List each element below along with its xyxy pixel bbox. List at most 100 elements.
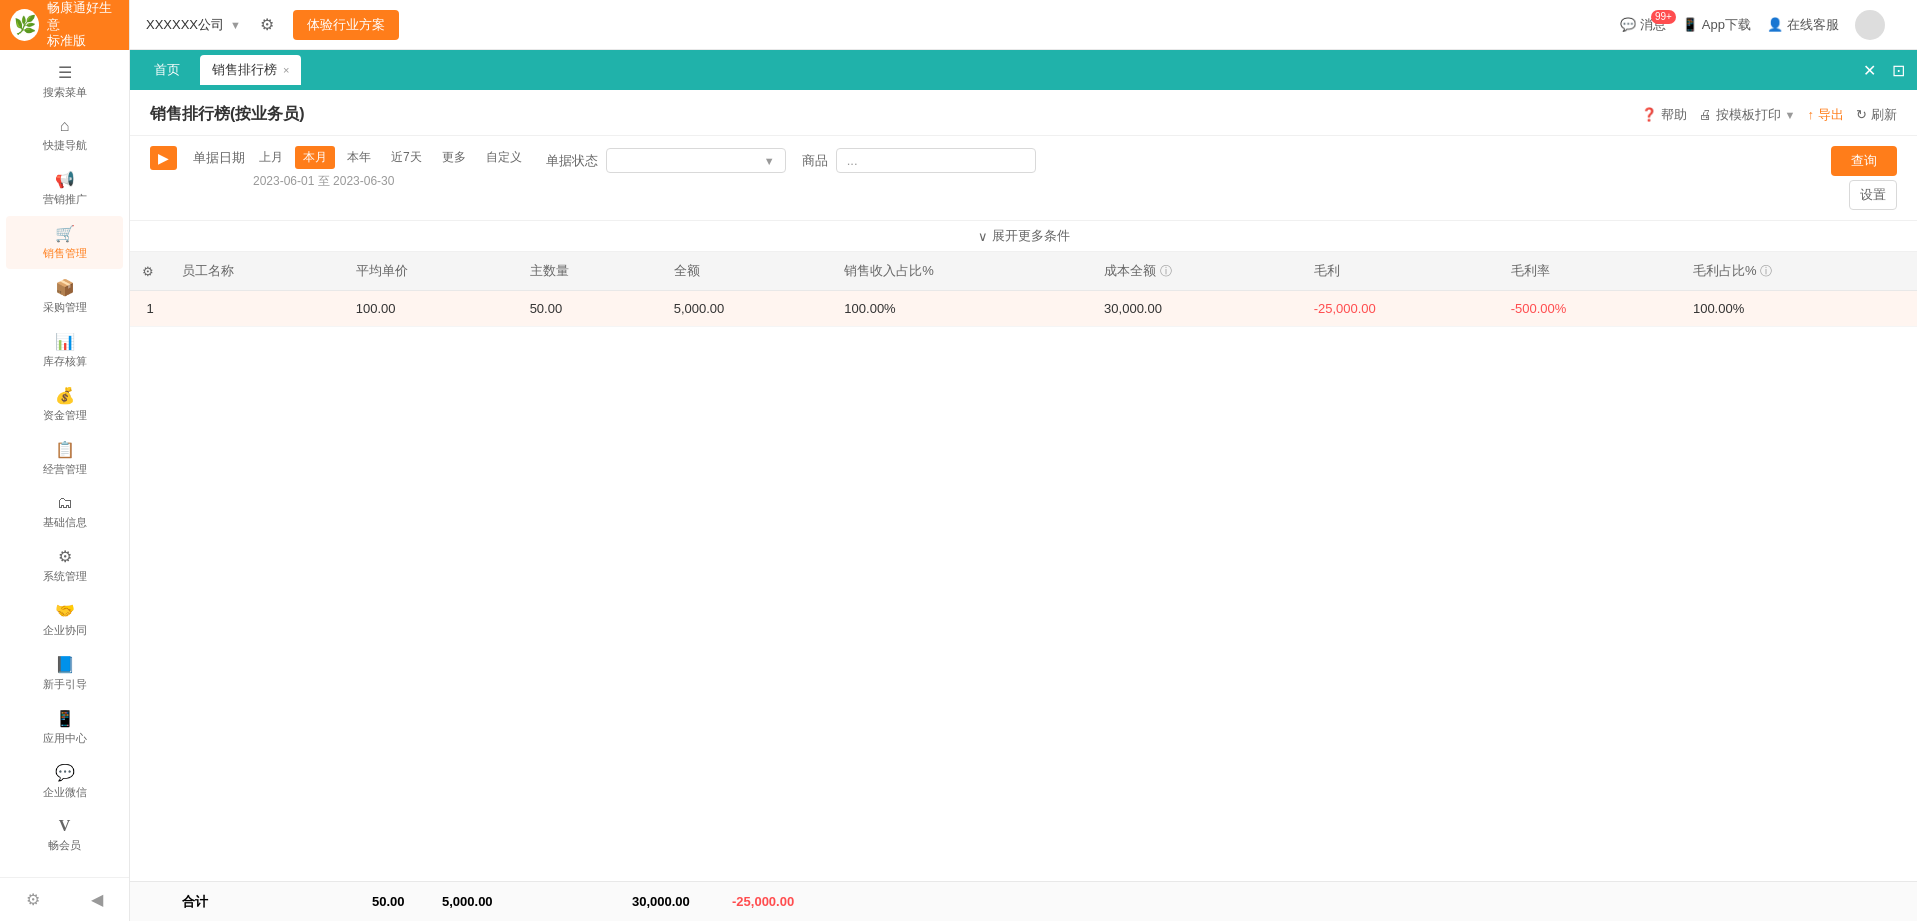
sidebar-item-wechat[interactable]: 💬 企业微信: [6, 755, 123, 808]
inventory-icon: 📊: [55, 332, 75, 351]
export-icon: ↑: [1808, 107, 1815, 122]
settings-link[interactable]: 设置: [1849, 180, 1897, 210]
print-icon: 🖨: [1699, 107, 1712, 122]
cell-amount: 5,000.00: [662, 291, 833, 327]
chevron-down-icon: ▼: [230, 19, 241, 31]
member-icon: V: [59, 817, 71, 835]
filter-toggle-icon[interactable]: ▶: [150, 146, 177, 170]
date-tab-custom[interactable]: 自定义: [478, 146, 530, 169]
tabs-bar: 首页 销售排行榜 × ✕ ⊡: [130, 50, 1917, 90]
experience-button[interactable]: 体验行业方案: [293, 10, 399, 40]
table-footer: 合计 50.00 5,000.00 30,000.00 -25,000.00: [130, 881, 1917, 921]
footer-main-qty: 50.00: [372, 894, 442, 909]
sidebar-item-label: 营销推广: [43, 192, 87, 207]
sidebar-item-marketing[interactable]: 📢 营销推广: [6, 162, 123, 215]
cell-rank: 1: [130, 291, 170, 327]
date-tab-7days[interactable]: 近7天: [383, 146, 430, 169]
date-tab-this-year[interactable]: 本年: [339, 146, 379, 169]
sidebar-item-finance[interactable]: 💰 资金管理: [6, 378, 123, 431]
footer-cost-amount: 30,000.00: [632, 894, 732, 909]
sidebar-item-quicknav[interactable]: ⌂ 快捷导航: [6, 109, 123, 161]
system-icon: ⚙: [58, 547, 72, 566]
col-gross-rate: 毛利率: [1499, 252, 1681, 291]
online-service-button[interactable]: 👤 在线客服: [1767, 16, 1839, 34]
sidebar-item-search[interactable]: ☰ 搜索菜单: [6, 55, 123, 108]
main-content: XXXXXX公司 ▼ ⚙ 体验行业方案 💬 消息 99+ 📱 App下载 👤 在…: [130, 0, 1917, 921]
app-download-button[interactable]: 📱 App下载: [1682, 16, 1751, 34]
export-button[interactable]: ↑ 导出: [1808, 106, 1845, 124]
sidebar-item-system[interactable]: ⚙ 系统管理: [6, 539, 123, 592]
operations-icon: 📋: [55, 440, 75, 459]
company-selector[interactable]: XXXXXX公司 ▼: [146, 16, 241, 34]
print-button[interactable]: 🖨 按模板打印 ▼: [1699, 106, 1796, 124]
sidebar-item-guide[interactable]: 📘 新手引导: [6, 647, 123, 700]
sidebar-settings-button[interactable]: ⚙: [22, 886, 44, 913]
sidebar-item-label: 销售管理: [43, 246, 87, 261]
sidebar-item-apps[interactable]: 📱 应用中心: [6, 701, 123, 754]
gross-pct-info-icon[interactable]: ⓘ: [1760, 264, 1772, 278]
sidebar-collapse-button[interactable]: ◀: [87, 886, 107, 913]
collab-icon: 🤝: [55, 601, 75, 620]
col-amount: 全额: [662, 252, 833, 291]
topbar-settings-button[interactable]: ⚙: [253, 11, 281, 39]
wechat-icon: 💬: [55, 763, 75, 782]
sidebar-item-label: 应用中心: [43, 731, 87, 746]
sidebar-item-basics[interactable]: 🗂 基础信息: [6, 486, 123, 538]
sidebar-item-label: 畅会员: [48, 838, 81, 853]
date-tab-more[interactable]: 更多: [434, 146, 474, 169]
window-restore-button[interactable]: ⊡: [1888, 59, 1909, 82]
query-button[interactable]: 查询: [1831, 146, 1897, 176]
filter-arrow-button[interactable]: ▶: [150, 146, 177, 170]
col-gross-pct: 毛利占比% ⓘ: [1681, 252, 1917, 291]
goods-placeholder: ...: [847, 153, 858, 168]
window-close-button[interactable]: ✕: [1859, 59, 1880, 82]
date-tab-last-month[interactable]: 上月: [251, 146, 291, 169]
sidebar-footer: ⚙ ◀: [0, 877, 129, 921]
footer-gross: -25,000.00: [732, 894, 822, 909]
sidebar: 🌿 畅康通好生意 标准版 ☰ 搜索菜单 ⌂ 快捷导航 📢 营销推广 🛒 销售管理…: [0, 0, 130, 921]
table-wrap: ⚙ 员工名称 平均单价 主数量 全额 销售收入占比% 成本全额 ⓘ 毛利 毛利率: [130, 252, 1917, 881]
sidebar-item-purchase[interactable]: 📦 采购管理: [6, 270, 123, 323]
col-settings[interactable]: ⚙: [130, 252, 170, 291]
date-filter-label: 单据日期: [193, 149, 245, 167]
help-button[interactable]: ❓ 帮助: [1641, 106, 1687, 124]
tab-close-button[interactable]: ×: [283, 64, 289, 76]
sidebar-item-label: 企业协同: [43, 623, 87, 638]
col-avg-price: 平均单价: [344, 252, 518, 291]
date-tab-this-month[interactable]: 本月: [295, 146, 335, 169]
col-gross: 毛利: [1302, 252, 1499, 291]
status-filter-group: 单据状态 ▼: [546, 148, 786, 173]
tab-sales-ranking[interactable]: 销售排行榜 ×: [200, 55, 301, 85]
table-head: ⚙ 员工名称 平均单价 主数量 全额 销售收入占比% 成本全额 ⓘ 毛利 毛利率: [130, 252, 1917, 291]
date-tabs: 上月 本月 本年 近7天 更多 自定义: [251, 146, 530, 169]
status-value: [617, 153, 621, 168]
sidebar-logo: 🌿 畅康通好生意 标准版: [0, 0, 129, 50]
table-body: 1 100.00 50.00 5,000.00 100.00% 30,000.0…: [130, 291, 1917, 327]
page-header: 销售排行榜(按业务员) ❓ 帮助 🖨 按模板打印 ▼ ↑ 导出 ↻ 刷新: [130, 90, 1917, 136]
sidebar-item-sales[interactable]: 🛒 销售管理: [6, 216, 123, 269]
avatar[interactable]: [1855, 10, 1885, 40]
sidebar-item-label: 库存核算: [43, 354, 87, 369]
sidebar-item-label: 新手引导: [43, 677, 87, 692]
cost-info-icon[interactable]: ⓘ: [1160, 264, 1172, 278]
sidebar-item-member[interactable]: V 畅会员: [6, 809, 123, 861]
date-filter-group: 单据日期 上月 本月 本年 近7天 更多 自定义 2023-06-01 至 20…: [193, 146, 530, 190]
status-filter-label: 单据状态: [546, 152, 598, 170]
refresh-button[interactable]: ↻ 刷新: [1856, 106, 1897, 124]
status-select[interactable]: ▼: [606, 148, 786, 173]
sidebar-item-operations[interactable]: 📋 经营管理: [6, 432, 123, 485]
tab-home[interactable]: 首页: [138, 55, 196, 85]
footer-label: 合计: [182, 893, 282, 911]
goods-input[interactable]: ...: [836, 148, 1036, 173]
cell-gross-rate: -500.00%: [1499, 291, 1681, 327]
message-button[interactable]: 💬 消息 99+: [1620, 16, 1666, 34]
expand-conditions-button[interactable]: ∨ 展开更多条件: [978, 227, 1070, 245]
sidebar-item-collab[interactable]: 🤝 企业协同: [6, 593, 123, 646]
expand-chevron-icon: ∨: [978, 229, 988, 244]
sidebar-item-label: 快捷导航: [43, 138, 87, 153]
goods-filter-label: 商品: [802, 152, 828, 170]
purchase-icon: 📦: [55, 278, 75, 297]
sidebar-item-inventory[interactable]: 📊 库存核算: [6, 324, 123, 377]
sidebar-item-label: 系统管理: [43, 569, 87, 584]
col-name: 员工名称: [170, 252, 344, 291]
